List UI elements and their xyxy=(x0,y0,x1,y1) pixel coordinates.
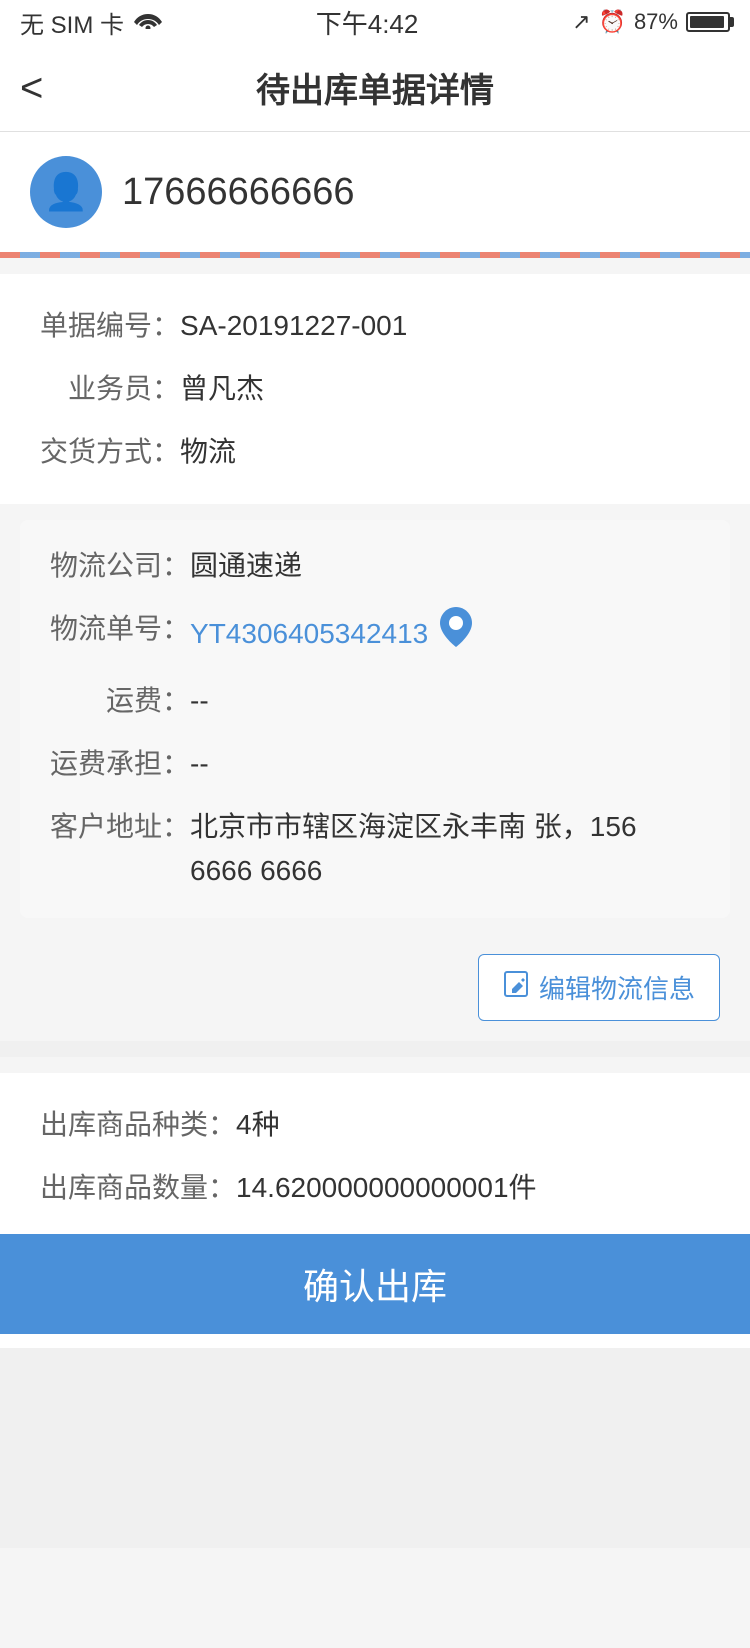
edit-logistics-area: 编辑物流信息 xyxy=(0,934,750,1041)
salesman-row: 业务员： 曾凡杰 xyxy=(40,367,710,412)
dashed-divider xyxy=(0,252,750,258)
avatar-icon: 👤 xyxy=(44,171,89,213)
freight-value: -- xyxy=(190,679,700,724)
freight-row: 运费： -- xyxy=(50,679,700,724)
goods-quantity-label: 出库商品数量： xyxy=(40,1166,236,1211)
avatar: 👤 xyxy=(30,156,102,228)
status-time: 下午4:42 xyxy=(316,4,419,41)
page-title: 待出库单据详情 xyxy=(256,63,494,112)
wifi-icon xyxy=(134,8,162,36)
address-value: 北京市市辖区海淀区永丰南 张，156 6666 6666 xyxy=(190,805,700,895)
status-left: 无 SIM 卡 xyxy=(20,5,162,40)
freight-label: 运费： xyxy=(50,679,190,724)
basic-info-section: 单据编号： SA-20191227-001 业务员： 曾凡杰 交货方式： 物流 xyxy=(0,274,750,504)
goods-quantity-value: 14.620000000000001件 xyxy=(236,1166,710,1211)
battery-percent: 87% xyxy=(634,9,678,35)
goods-quantity-row: 出库商品数量： 14.620000000000001件 xyxy=(40,1166,710,1211)
logistics-company-row: 物流公司： 圆通速递 xyxy=(50,544,700,589)
confirm-label: 确认出库 xyxy=(303,1258,447,1310)
freight-bearer-row: 运费承担： -- xyxy=(50,742,700,787)
back-button[interactable]: < xyxy=(20,68,43,108)
tracking-row: 物流单号： YT4306405342413 xyxy=(50,607,700,661)
delivery-label: 交货方式： xyxy=(40,430,180,475)
battery-icon xyxy=(686,12,730,32)
location-icon: ↗ xyxy=(572,9,590,35)
section-divider-1 xyxy=(0,1041,750,1057)
edit-icon xyxy=(503,970,531,1005)
confirm-button[interactable]: 确认出库 xyxy=(0,1234,750,1334)
address-row: 客户地址： 北京市市辖区海淀区永丰南 张，156 6666 6666 xyxy=(50,805,700,895)
goods-category-label: 出库商品种类： xyxy=(40,1103,236,1148)
customer-header: 👤 17666666666 xyxy=(0,132,750,252)
customer-phone: 17666666666 xyxy=(122,171,354,214)
goods-category-value: 4种 xyxy=(236,1103,710,1148)
doc-number-row: 单据编号： SA-20191227-001 xyxy=(40,304,710,349)
logistics-company-label: 物流公司： xyxy=(50,544,190,589)
delivery-value: 物流 xyxy=(180,430,710,475)
freight-bearer-value: -- xyxy=(190,742,700,787)
goods-section: 出库商品种类： 4种 出库商品数量： 14.620000000000001件 xyxy=(0,1073,750,1241)
edit-logistics-label: 编辑物流信息 xyxy=(539,969,695,1006)
edit-logistics-button[interactable]: 编辑物流信息 xyxy=(478,954,720,1021)
goods-category-row: 出库商品种类： 4种 xyxy=(40,1103,710,1148)
alarm-icon: ⏰ xyxy=(599,9,626,35)
status-right: ↗ ⏰ 87% xyxy=(572,9,730,35)
doc-number-label: 单据编号： xyxy=(40,304,180,349)
address-label: 客户地址： xyxy=(50,805,190,850)
bottom-spacer xyxy=(0,1348,750,1548)
logistics-card: 物流公司： 圆通速递 物流单号： YT4306405342413 运费： -- … xyxy=(20,520,730,918)
salesman-value: 曾凡杰 xyxy=(180,367,710,412)
status-bar: 无 SIM 卡 下午4:42 ↗ ⏰ 87% xyxy=(0,0,750,44)
logistics-company-value: 圆通速递 xyxy=(190,544,700,589)
delivery-row: 交货方式： 物流 xyxy=(40,430,710,475)
salesman-label: 业务员： xyxy=(40,367,180,412)
doc-number-value: SA-20191227-001 xyxy=(180,304,710,349)
tracking-label: 物流单号： xyxy=(50,607,190,652)
tracking-value: YT4306405342413 xyxy=(190,607,700,661)
freight-bearer-label: 运费承担： xyxy=(50,742,190,787)
location-pin-icon[interactable] xyxy=(440,607,472,661)
carrier-label: 无 SIM 卡 xyxy=(20,5,124,40)
nav-bar: < 待出库单据详情 xyxy=(0,44,750,132)
